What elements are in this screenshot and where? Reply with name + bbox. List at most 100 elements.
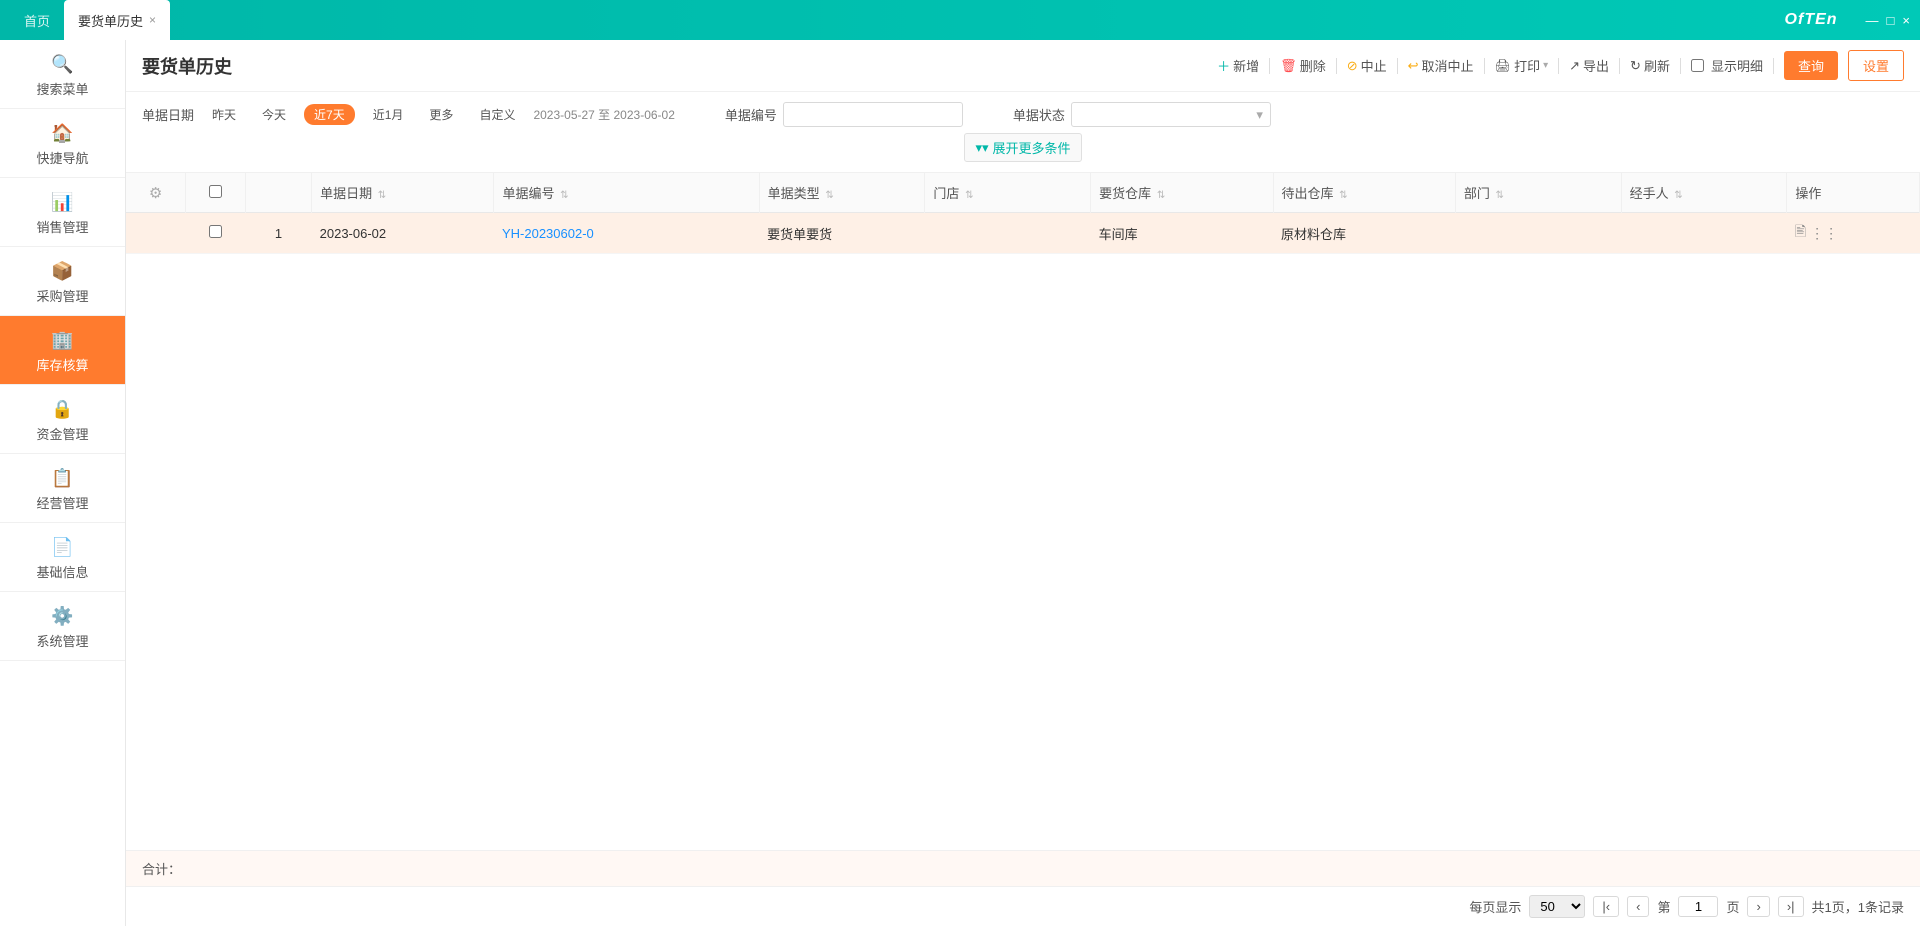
bill-status-label: 单据状态 bbox=[1013, 105, 1065, 124]
close-tab-icon[interactable]: × bbox=[149, 13, 156, 27]
row-checkbox[interactable] bbox=[209, 225, 222, 238]
col-type-sort-icon[interactable]: ⇅ bbox=[825, 190, 833, 201]
view-icon[interactable]: 🖹 bbox=[1795, 221, 1806, 245]
row-check-cell[interactable] bbox=[186, 213, 246, 254]
col-header-dept[interactable]: 部门 ⇅ bbox=[1455, 173, 1621, 213]
sidebar-item-quick-nav[interactable]: 🏠 快捷导航 bbox=[0, 109, 125, 178]
query-button[interactable]: 查询 bbox=[1784, 51, 1838, 80]
col-reqwh-sort-icon[interactable]: ⇅ bbox=[1157, 190, 1165, 201]
col-pendwh-label: 待出仓库 bbox=[1282, 186, 1334, 201]
first-page-btn[interactable]: |‹ bbox=[1593, 896, 1619, 917]
col-handler-sort-icon[interactable]: ⇅ bbox=[1674, 190, 1682, 201]
stop-icon: ⊘ bbox=[1347, 58, 1358, 74]
select-all-checkbox[interactable] bbox=[209, 185, 222, 198]
col-header-billno[interactable]: 单据编号 ⇅ bbox=[494, 173, 759, 213]
bill-no-input[interactable] bbox=[783, 102, 963, 127]
print-label: 打印 bbox=[1514, 56, 1540, 75]
row-pendwh: 原材料仓库 bbox=[1281, 227, 1346, 242]
window-close-btn[interactable]: × bbox=[1902, 13, 1910, 28]
bill-status-select[interactable] bbox=[1071, 102, 1271, 127]
divider-2 bbox=[1336, 58, 1337, 74]
page-label-first: 第 bbox=[1657, 897, 1670, 916]
next-page-btn[interactable]: › bbox=[1747, 896, 1769, 917]
row-billno-link[interactable]: YH-20230602-0 bbox=[502, 226, 594, 241]
sidebar-item-system[interactable]: ⚙️ 系统管理 bbox=[0, 592, 125, 661]
main-layout: 🔍 搜索菜单 🏠 快捷导航 📊 销售管理 📦 采购管理 🏢 库存核算 🔒 资金管… bbox=[0, 40, 1920, 926]
row-reqwh: 车间库 bbox=[1099, 227, 1138, 242]
delete-label: 删除 bbox=[1300, 56, 1326, 75]
col-date-label: 单据日期 bbox=[320, 186, 372, 201]
window-min-btn[interactable]: — bbox=[1866, 13, 1879, 28]
tab-bill-history-label: 要货单历史 bbox=[78, 11, 143, 30]
col-header-ops: 操作 bbox=[1787, 173, 1920, 213]
print-icon: 🖨 bbox=[1495, 58, 1512, 74]
display-detail-label: 显示明细 bbox=[1711, 56, 1763, 75]
col-shop-label: 门店 bbox=[933, 186, 959, 201]
prev-page-btn[interactable]: ‹ bbox=[1627, 896, 1649, 917]
operation-icon: 📋 bbox=[51, 468, 73, 489]
expand-more-btn[interactable]: ▾▾ 展开更多条件 bbox=[964, 133, 1081, 162]
sidebar-item-search-menu[interactable]: 🔍 搜索菜单 bbox=[0, 40, 125, 109]
col-date-sort-icon[interactable]: ⇅ bbox=[378, 190, 386, 201]
expand-label: 展开更多条件 bbox=[993, 138, 1071, 157]
table-header-row: ⚙ 单据日期 ⇅ 单据编号 ⇅ bbox=[126, 173, 1920, 213]
date-btn-yesterday[interactable]: 昨天 bbox=[204, 104, 244, 125]
last-page-btn[interactable]: ›| bbox=[1778, 896, 1804, 917]
refresh-button[interactable]: ↻ 刷新 bbox=[1630, 56, 1670, 75]
divider-8 bbox=[1773, 58, 1774, 74]
page-number-input[interactable] bbox=[1678, 896, 1718, 917]
date-btn-7days[interactable]: 近7天 bbox=[304, 104, 355, 125]
col-header-type[interactable]: 单据类型 ⇅ bbox=[759, 173, 925, 213]
col-dept-sort-icon[interactable]: ⇅ bbox=[1495, 190, 1503, 201]
sidebar-item-label-quick-nav: 快捷导航 bbox=[36, 148, 88, 167]
table-row[interactable]: 1 2023-06-02 YH-20230602-0 要货单要货 bbox=[126, 213, 1920, 254]
col-header-date[interactable]: 单据日期 ⇅ bbox=[312, 173, 494, 213]
export-button[interactable]: ↗ 导出 bbox=[1569, 56, 1609, 75]
print-button[interactable]: 🖨 打印 ▾ bbox=[1495, 56, 1549, 75]
cancel-stop-button[interactable]: ↩ 取消中止 bbox=[1408, 56, 1474, 75]
content-area: 要货单历史 ＋ 新增 🗑 删除 ⊘ 中止 ↩ bbox=[126, 40, 1920, 926]
col-gear-icon[interactable]: ⚙ bbox=[149, 185, 162, 202]
row-date-cell: 2023-06-02 bbox=[312, 213, 494, 254]
sidebar-item-operation[interactable]: 📋 经营管理 bbox=[0, 454, 125, 523]
display-detail-toggle[interactable]: 显示明细 bbox=[1691, 56, 1763, 75]
sidebar-item-basic[interactable]: 📄 基础信息 bbox=[0, 523, 125, 592]
stop-button[interactable]: ⊘ 中止 bbox=[1347, 56, 1387, 75]
window-max-btn[interactable]: □ bbox=[1887, 13, 1895, 28]
date-btn-custom[interactable]: 自定义 bbox=[471, 104, 523, 125]
inventory-icon: 🏢 bbox=[51, 330, 73, 351]
col-reqwh-label: 要货仓库 bbox=[1099, 186, 1151, 201]
sidebar-item-label-system: 系统管理 bbox=[36, 631, 88, 650]
delete-button[interactable]: 🗑 删除 bbox=[1280, 56, 1326, 75]
sidebar-item-label-inventory: 库存核算 bbox=[36, 355, 88, 374]
bill-no-label: 单据编号 bbox=[725, 105, 777, 124]
col-header-handler[interactable]: 经手人 ⇅ bbox=[1621, 173, 1787, 213]
date-btn-more[interactable]: 更多 bbox=[421, 104, 461, 125]
more-icon[interactable]: ⋮⋮ bbox=[1810, 225, 1838, 242]
col-header-shop[interactable]: 门店 ⇅ bbox=[925, 173, 1091, 213]
display-detail-checkbox[interactable] bbox=[1691, 59, 1704, 72]
sidebar-item-sales[interactable]: 📊 销售管理 bbox=[0, 178, 125, 247]
page-size-select[interactable]: 50 100 200 bbox=[1529, 895, 1585, 918]
col-header-check[interactable] bbox=[186, 173, 246, 213]
col-pendwh-sort-icon[interactable]: ⇅ bbox=[1339, 190, 1347, 201]
row-billno-cell[interactable]: YH-20230602-0 bbox=[494, 213, 759, 254]
col-shop-sort-icon[interactable]: ⇅ bbox=[965, 190, 973, 201]
col-header-pendwh[interactable]: 待出仓库 ⇅ bbox=[1273, 173, 1455, 213]
row-type: 要货单要货 bbox=[767, 227, 832, 242]
new-button[interactable]: ＋ 新增 bbox=[1217, 56, 1259, 75]
sidebar-item-label-purchase: 采购管理 bbox=[36, 286, 88, 305]
date-btn-today[interactable]: 今天 bbox=[254, 104, 294, 125]
sidebar-item-finance[interactable]: 🔒 资金管理 bbox=[0, 385, 125, 454]
quick-nav-icon: 🏠 bbox=[51, 123, 73, 144]
print-arrow-icon: ▾ bbox=[1543, 60, 1548, 71]
col-header-reqwh[interactable]: 要货仓库 ⇅ bbox=[1091, 173, 1273, 213]
sidebar-item-purchase[interactable]: 📦 采购管理 bbox=[0, 247, 125, 316]
sidebar-item-inventory[interactable]: 🏢 库存核算 bbox=[0, 316, 125, 385]
date-btn-1month[interactable]: 近1月 bbox=[365, 104, 412, 125]
col-header-settings[interactable]: ⚙ bbox=[126, 173, 186, 213]
tab-home[interactable]: 首页 bbox=[10, 0, 64, 40]
tab-bill-history[interactable]: 要货单历史 × bbox=[64, 0, 170, 40]
settings-button[interactable]: 设置 bbox=[1848, 50, 1904, 81]
col-billno-sort-icon[interactable]: ⇅ bbox=[560, 190, 568, 201]
